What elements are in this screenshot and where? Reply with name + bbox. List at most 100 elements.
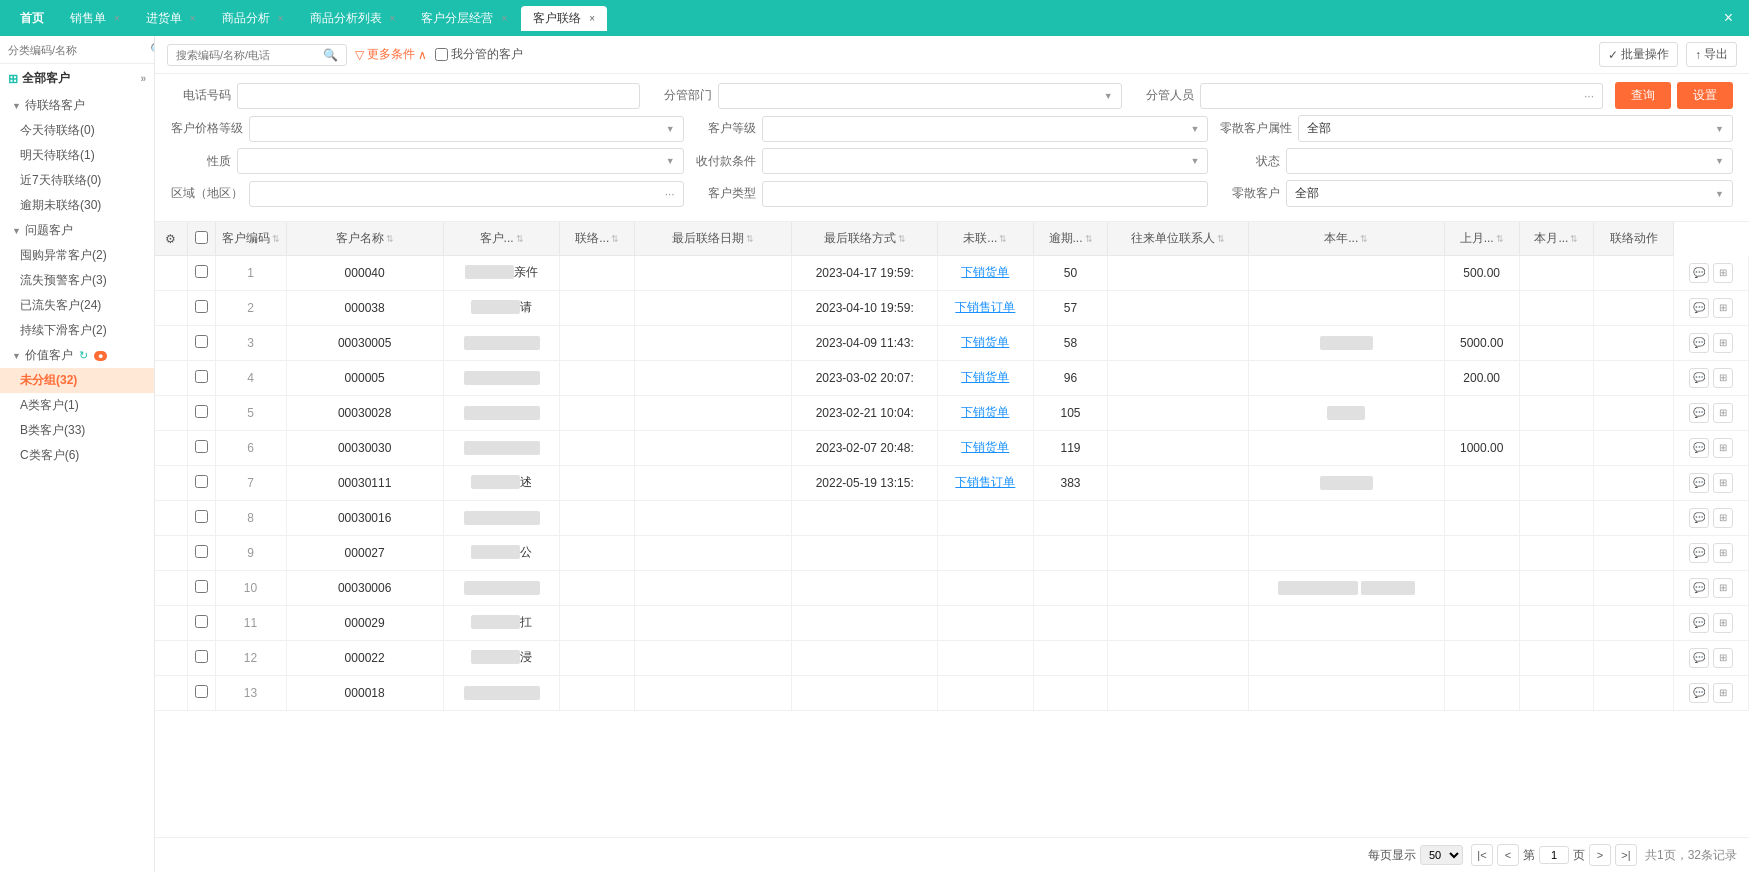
grid-action-icon[interactable]: ⊞ xyxy=(1713,473,1733,493)
search-box[interactable]: 🔍 xyxy=(167,44,347,66)
close-customer-segment-tab[interactable]: × xyxy=(501,13,507,24)
grid-action-icon[interactable]: ⊞ xyxy=(1713,298,1733,318)
row-checkbox[interactable] xyxy=(187,570,215,605)
sidebar-item-c-class[interactable]: C类客户(6) xyxy=(0,443,154,468)
export-btn[interactable]: ↑ 导出 xyxy=(1686,42,1737,67)
payment-select[interactable]: ▼ xyxy=(762,148,1209,174)
customer-type-input[interactable] xyxy=(762,181,1209,207)
sidebar-all-customers[interactable]: ⊞ 全部客户 » xyxy=(0,64,154,93)
col-name[interactable]: 客户名称⇅ xyxy=(286,222,443,256)
row-last-method[interactable]: 下销货单 xyxy=(938,430,1034,465)
col-contact2[interactable]: 往来单位联系人⇅ xyxy=(1108,222,1248,256)
col-type[interactable]: 客户...⇅ xyxy=(443,222,560,256)
chat-icon[interactable]: 💬 xyxy=(1689,263,1709,283)
person-input[interactable]: ··· xyxy=(1200,83,1603,109)
chat-icon[interactable]: 💬 xyxy=(1689,508,1709,528)
col-code[interactable]: 客户编码⇅ xyxy=(215,222,286,256)
sidebar-item-ungroup[interactable]: 未分组(32) xyxy=(0,368,154,393)
sidebar-item-hoarding[interactable]: 囤购异常客户(2) xyxy=(0,243,154,268)
col-this-month[interactable]: 本月...⇅ xyxy=(1519,222,1594,256)
price-level-select[interactable]: ▼ xyxy=(249,116,684,142)
grid-action-icon[interactable]: ⊞ xyxy=(1713,543,1733,563)
grid-action-icon[interactable]: ⊞ xyxy=(1713,613,1733,633)
chat-icon[interactable]: 💬 xyxy=(1689,473,1709,493)
per-page-select[interactable]: 50 xyxy=(1420,845,1463,865)
row-checkbox[interactable] xyxy=(187,290,215,325)
close-customer-contact-tab[interactable]: × xyxy=(589,13,595,24)
sidebar-search-input[interactable] xyxy=(8,44,146,56)
more-conditions-btn[interactable]: ▽ 更多条件 ∧ xyxy=(355,46,427,63)
chat-icon[interactable]: 💬 xyxy=(1689,543,1709,563)
grid-action-icon[interactable]: ⊞ xyxy=(1713,648,1733,668)
close-sales-tab[interactable]: × xyxy=(114,13,120,24)
col-overdue[interactable]: 逾期...⇅ xyxy=(1033,222,1108,256)
nature-select[interactable]: ▼ xyxy=(237,148,684,174)
grid-action-icon[interactable]: ⊞ xyxy=(1713,263,1733,283)
close-product-analysis-tab[interactable]: × xyxy=(278,13,284,24)
phone-input[interactable] xyxy=(237,83,640,109)
chat-icon[interactable]: 💬 xyxy=(1689,683,1709,703)
close-product-list-tab[interactable]: × xyxy=(390,13,396,24)
row-checkbox[interactable] xyxy=(187,325,215,360)
status-select[interactable]: ▼ xyxy=(1286,148,1733,174)
row-last-method[interactable]: 下销货单 xyxy=(938,325,1034,360)
nav-tab-sales[interactable]: 销售单 × xyxy=(58,6,132,31)
row-checkbox[interactable] xyxy=(187,535,215,570)
my-customers-check[interactable] xyxy=(435,48,448,61)
nav-home[interactable]: 首页 xyxy=(8,6,56,31)
col-last-method[interactable]: 最后联络方式⇅ xyxy=(792,222,938,256)
col-last-month[interactable]: 上月...⇅ xyxy=(1444,222,1519,256)
sidebar-item-week[interactable]: 近7天待联络(0) xyxy=(0,168,154,193)
grid-action-icon[interactable]: ⊞ xyxy=(1713,333,1733,353)
sidebar-item-lost[interactable]: 已流失客户(24) xyxy=(0,293,154,318)
row-checkbox[interactable] xyxy=(187,360,215,395)
nav-tab-customer-contact[interactable]: 客户联络 × xyxy=(521,6,607,31)
chat-icon[interactable]: 💬 xyxy=(1689,298,1709,318)
search-btn[interactable]: 查询 xyxy=(1615,82,1671,109)
page-number-input[interactable] xyxy=(1539,846,1569,864)
chat-icon[interactable]: 💬 xyxy=(1689,648,1709,668)
chat-icon[interactable]: 💬 xyxy=(1689,438,1709,458)
sidebar-item-b-class[interactable]: B类客户(33) xyxy=(0,418,154,443)
col-last-date[interactable]: 最后联络日期⇅ xyxy=(635,222,792,256)
batch-operation-btn[interactable]: ✓ 批量操作 xyxy=(1599,42,1678,67)
sidebar-item-churn-warning[interactable]: 流失预警客户(3) xyxy=(0,268,154,293)
window-close-button[interactable]: × xyxy=(1716,9,1741,27)
sidebar-group-pending[interactable]: ▼ 待联络客户 xyxy=(0,93,154,118)
row-checkbox[interactable] xyxy=(187,500,215,535)
col-contact[interactable]: 联络...⇅ xyxy=(560,222,635,256)
select-all-checkbox[interactable] xyxy=(195,231,208,244)
sidebar-group-problem[interactable]: ▼ 问题客户 xyxy=(0,218,154,243)
row-last-method[interactable]: 下销货单 xyxy=(938,395,1034,430)
dept-select[interactable]: ▼ xyxy=(718,83,1121,109)
chat-icon[interactable]: 💬 xyxy=(1689,613,1709,633)
grid-action-icon[interactable]: ⊞ xyxy=(1713,438,1733,458)
search-box-icon[interactable]: 🔍 xyxy=(323,48,338,62)
row-checkbox[interactable] xyxy=(187,430,215,465)
row-last-method[interactable]: 下销货单 xyxy=(938,360,1034,395)
col-settings[interactable]: ⚙ xyxy=(155,222,187,256)
col-checkbox[interactable] xyxy=(187,222,215,256)
nav-tab-product-list[interactable]: 商品分析列表 × xyxy=(298,6,408,31)
nav-tab-product-analysis[interactable]: 商品分析 × xyxy=(210,6,296,31)
row-checkbox[interactable] xyxy=(187,256,215,291)
search-input[interactable] xyxy=(176,49,319,61)
chat-icon[interactable]: 💬 xyxy=(1689,578,1709,598)
grid-action-icon[interactable]: ⊞ xyxy=(1713,683,1733,703)
sidebar-item-overdue[interactable]: 逾期未联络(30) xyxy=(0,193,154,218)
last-page-btn[interactable]: >| xyxy=(1615,844,1637,866)
next-page-btn[interactable]: > xyxy=(1589,844,1611,866)
col-not-contacted[interactable]: 未联...⇅ xyxy=(938,222,1034,256)
grid-action-icon[interactable]: ⊞ xyxy=(1713,368,1733,388)
reset-btn[interactable]: 设置 xyxy=(1677,82,1733,109)
sidebar-item-a-class[interactable]: A类客户(1) xyxy=(0,393,154,418)
chat-icon[interactable]: 💬 xyxy=(1689,333,1709,353)
close-purchase-tab[interactable]: × xyxy=(190,13,196,24)
sidebar-item-tomorrow[interactable]: 明天待联络(1) xyxy=(0,143,154,168)
grid-action-icon[interactable]: ⊞ xyxy=(1713,403,1733,423)
sidebar-item-declining[interactable]: 持续下滑客户(2) xyxy=(0,318,154,343)
chat-icon[interactable]: 💬 xyxy=(1689,403,1709,423)
sidebar-group-value[interactable]: ▼ 价值客户 ↻ ● xyxy=(0,343,154,368)
chat-icon[interactable]: 💬 xyxy=(1689,368,1709,388)
sidebar-item-today[interactable]: 今天待联络(0) xyxy=(0,118,154,143)
